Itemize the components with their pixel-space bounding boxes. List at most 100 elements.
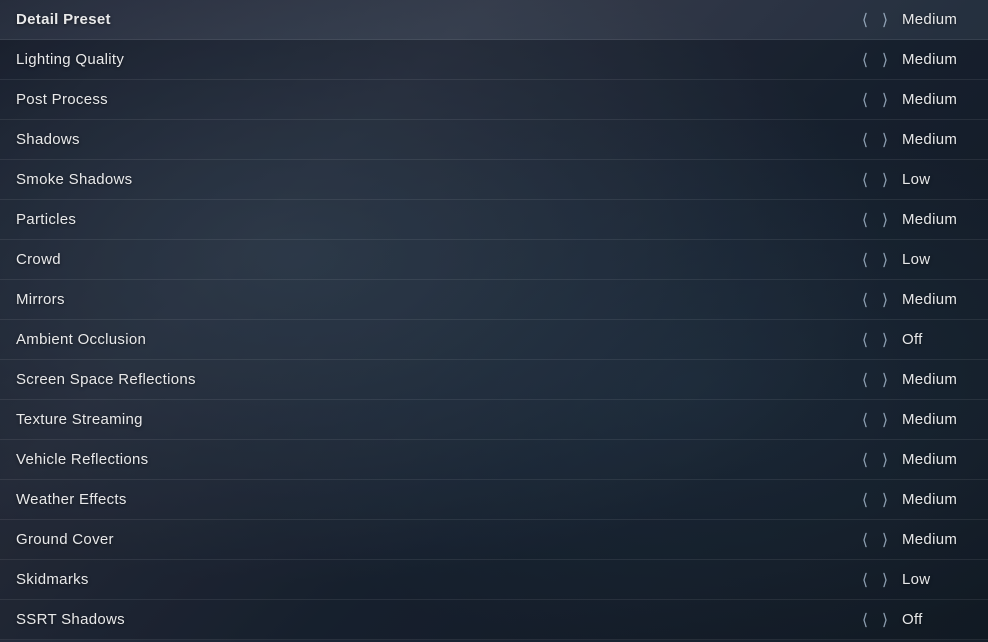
setting-label-lighting-quality: Lighting Quality (16, 51, 124, 68)
setting-label-weather-effects: Weather Effects (16, 491, 127, 508)
left-arrow-ambient-occlusion[interactable]: ⟨ (856, 331, 874, 349)
right-arrow-screen-space-reflections[interactable]: ⟩ (876, 371, 894, 389)
setting-value-screen-space-reflections: Medium (902, 371, 972, 388)
setting-control-weather-effects: ⟨⟩Medium (856, 491, 972, 509)
left-arrow-particles[interactable]: ⟨ (856, 211, 874, 229)
setting-row-particles[interactable]: Particles ⟨⟩Medium (0, 200, 988, 240)
arrows-group-smoke-shadows: ⟨⟩ (856, 171, 894, 189)
left-arrow-ground-cover[interactable]: ⟨ (856, 531, 874, 549)
setting-control-post-process: ⟨⟩ Medium (856, 91, 972, 109)
arrows-group-weather-effects: ⟨⟩ (856, 491, 894, 509)
setting-value-ground-cover: Medium (902, 531, 972, 548)
arrows-group-particles: ⟨⟩ (856, 211, 894, 229)
setting-control-ground-cover: ⟨⟩ Medium (856, 531, 972, 549)
setting-label-smoke-shadows: Smoke Shadows (16, 171, 132, 188)
right-arrow-weather-effects[interactable]: ⟩ (876, 491, 894, 509)
right-arrow-particles[interactable]: ⟩ (876, 211, 894, 229)
arrows-group-lighting-quality: ⟨⟩ (856, 51, 894, 69)
left-arrow-weather-effects[interactable]: ⟨ (856, 491, 874, 509)
arrows-group-ground-cover: ⟨⟩ (856, 531, 894, 549)
setting-control-texture-streaming: ⟨⟩ Medium (856, 411, 972, 429)
right-arrow-shadows[interactable]: ⟩ (876, 131, 894, 149)
setting-control-particles: ⟨⟩Medium (856, 211, 972, 229)
setting-row-detail-preset[interactable]: Detail Preset ⟨⟩ Medium (0, 0, 988, 40)
arrows-group-ambient-occlusion: ⟨⟩ (856, 331, 894, 349)
setting-control-skidmarks: ⟨⟩ Low (856, 571, 972, 589)
setting-control-screen-space-reflections: ⟨⟩ Medium (856, 371, 972, 389)
arrows-group-skidmarks: ⟨⟩ (856, 571, 894, 589)
setting-value-lighting-quality: Medium (902, 51, 972, 68)
setting-value-smoke-shadows: Low (902, 171, 972, 188)
setting-row-texture-streaming[interactable]: Texture Streaming ⟨⟩ Medium (0, 400, 988, 440)
setting-label-ambient-occlusion: Ambient Occlusion (16, 331, 146, 348)
setting-row-smoke-shadows[interactable]: Smoke Shadows ⟨⟩ Low (0, 160, 988, 200)
setting-row-screen-space-reflections[interactable]: Screen Space Reflections ⟨⟩ Medium (0, 360, 988, 400)
setting-value-shadows: Medium (902, 131, 972, 148)
right-arrow-smoke-shadows[interactable]: ⟩ (876, 171, 894, 189)
setting-label-screen-space-reflections: Screen Space Reflections (16, 371, 196, 388)
arrows-group-texture-streaming: ⟨⟩ (856, 411, 894, 429)
setting-control-ambient-occlusion: ⟨⟩ Off (856, 331, 972, 349)
arrows-group-post-process: ⟨⟩ (856, 91, 894, 109)
setting-label-post-process: Post Process (16, 91, 108, 108)
right-arrow-post-process[interactable]: ⟩ (876, 91, 894, 109)
right-arrow-vehicle-reflections[interactable]: ⟩ (876, 451, 894, 469)
right-arrow-ssrt-shadows[interactable]: ⟩ (876, 611, 894, 629)
setting-value-detail-preset: Medium (902, 11, 972, 28)
setting-control-mirrors: ⟨⟩ Medium (856, 291, 972, 309)
setting-row-post-process[interactable]: Post Process ⟨⟩ Medium (0, 80, 988, 120)
setting-label-ssrt-shadows: SSRT Shadows (16, 611, 125, 628)
setting-row-crowd[interactable]: Crowd⟨⟩Low (0, 240, 988, 280)
right-arrow-skidmarks[interactable]: ⟩ (876, 571, 894, 589)
left-arrow-screen-space-reflections[interactable]: ⟨ (856, 371, 874, 389)
setting-label-texture-streaming: Texture Streaming (16, 411, 143, 428)
setting-label-vehicle-reflections: Vehicle Reflections (16, 451, 148, 468)
left-arrow-texture-streaming[interactable]: ⟨ (856, 411, 874, 429)
left-arrow-smoke-shadows[interactable]: ⟨ (856, 171, 874, 189)
settings-panel: Detail Preset⟨⟩MediumLighting Quality⟨⟩M… (0, 0, 988, 642)
left-arrow-crowd[interactable]: ⟨ (856, 251, 874, 269)
setting-control-smoke-shadows: ⟨⟩ Low (856, 171, 972, 189)
right-arrow-mirrors[interactable]: ⟩ (876, 291, 894, 309)
setting-value-post-process: Medium (902, 91, 972, 108)
setting-value-mirrors: Medium (902, 291, 972, 308)
right-arrow-crowd[interactable]: ⟩ (876, 251, 894, 269)
setting-label-detail-preset: Detail Preset (16, 11, 111, 28)
setting-control-ssrt-shadows: ⟨⟩Off (856, 611, 972, 629)
setting-label-mirrors: Mirrors (16, 291, 65, 308)
setting-row-vehicle-reflections[interactable]: Vehicle Reflections⟨⟩Medium (0, 440, 988, 480)
left-arrow-lighting-quality[interactable]: ⟨ (856, 51, 874, 69)
setting-control-shadows: ⟨⟩ Medium (856, 131, 972, 149)
left-arrow-vehicle-reflections[interactable]: ⟨ (856, 451, 874, 469)
setting-row-weather-effects[interactable]: Weather Effects ⟨⟩Medium (0, 480, 988, 520)
right-arrow-texture-streaming[interactable]: ⟩ (876, 411, 894, 429)
setting-row-ssrt-shadows[interactable]: SSRT Shadows ⟨⟩Off (0, 600, 988, 640)
setting-row-skidmarks[interactable]: Skidmarks⟨⟩Low (0, 560, 988, 600)
setting-label-particles: Particles (16, 211, 76, 228)
right-arrow-ground-cover[interactable]: ⟩ (876, 531, 894, 549)
arrows-group-crowd: ⟨⟩ (856, 251, 894, 269)
setting-row-lighting-quality[interactable]: Lighting Quality ⟨⟩ Medium (0, 40, 988, 80)
left-arrow-shadows[interactable]: ⟨ (856, 131, 874, 149)
setting-value-crowd: Low (902, 251, 972, 268)
setting-value-texture-streaming: Medium (902, 411, 972, 428)
setting-row-ground-cover[interactable]: Ground Cover ⟨⟩ Medium (0, 520, 988, 560)
arrows-group-ssrt-shadows: ⟨⟩ (856, 611, 894, 629)
setting-value-ambient-occlusion: Off (902, 331, 972, 348)
arrows-group-detail-preset: ⟨⟩ (856, 11, 894, 29)
left-arrow-ssrt-shadows[interactable]: ⟨ (856, 611, 874, 629)
setting-row-ambient-occlusion[interactable]: Ambient Occlusion ⟨⟩ Off (0, 320, 988, 360)
arrows-group-mirrors: ⟨⟩ (856, 291, 894, 309)
setting-value-skidmarks: Low (902, 571, 972, 588)
left-arrow-detail-preset[interactable]: ⟨ (856, 11, 874, 29)
right-arrow-ambient-occlusion[interactable]: ⟩ (876, 331, 894, 349)
setting-label-ground-cover: Ground Cover (16, 531, 114, 548)
left-arrow-post-process[interactable]: ⟨ (856, 91, 874, 109)
left-arrow-skidmarks[interactable]: ⟨ (856, 571, 874, 589)
left-arrow-mirrors[interactable]: ⟨ (856, 291, 874, 309)
right-arrow-lighting-quality[interactable]: ⟩ (876, 51, 894, 69)
arrows-group-screen-space-reflections: ⟨⟩ (856, 371, 894, 389)
setting-row-shadows[interactable]: Shadows⟨⟩Medium (0, 120, 988, 160)
right-arrow-detail-preset[interactable]: ⟩ (876, 11, 894, 29)
setting-row-mirrors[interactable]: Mirrors ⟨⟩ Medium (0, 280, 988, 320)
